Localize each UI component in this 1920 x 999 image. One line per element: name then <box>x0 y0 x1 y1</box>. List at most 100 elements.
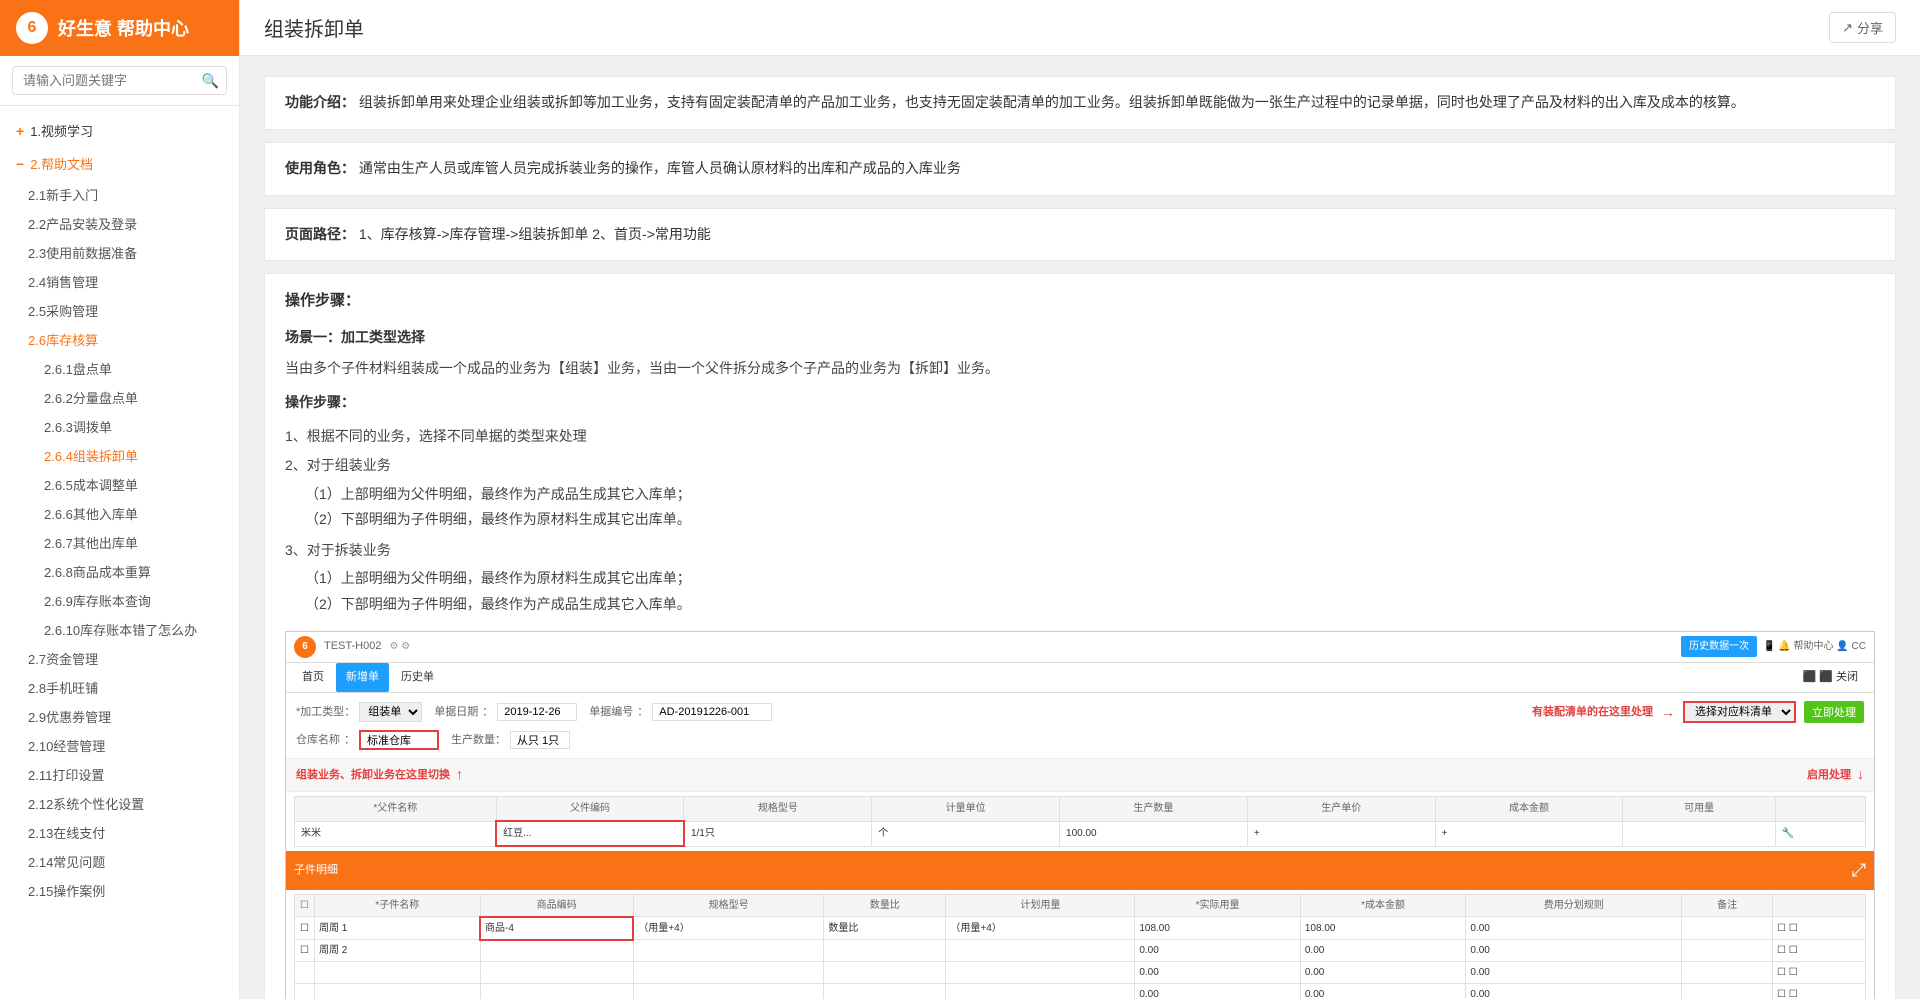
step-2-sub-1: （1）上部明细为父件明细，最终作为产成品生成其它入库单； <box>285 482 1875 507</box>
search-input[interactable] <box>12 66 227 95</box>
sidebar-item-help-docs[interactable]: − 2.帮助文档 <box>0 147 239 180</box>
app-nav-right-icons: ⬛ ⬛ 关闭 <box>1792 663 1868 692</box>
app-form-right: 有装配清单的在这里处理 → 选择对应料清单 立即处理 <box>1532 701 1864 725</box>
app-form-bom-select[interactable]: 选择对应料清单 <box>1683 701 1796 723</box>
nav-sub-item-2-1[interactable]: 2.1新手入门 <box>28 180 239 209</box>
app-form-date-input[interactable] <box>497 703 577 721</box>
nav-sub-item-2-2[interactable]: 2.2产品安装及登录 <box>28 209 239 238</box>
app-lower-table: ☐ *子件名称 商品编码 规格型号 数量比 计划用量 *实际用量 *成本金额 费… <box>294 894 1866 999</box>
nav-sub-item-2-12[interactable]: 2.12系统个性化设置 <box>28 789 239 818</box>
th-child-cost: *成本金额 <box>1300 894 1466 917</box>
annotation2-bar: 组装业务、拆卸业务在这里切换 ↑ 启用处理 ↓ <box>286 759 1874 792</box>
app-upper-table: *父件名称 父件编码 规格型号 计量单位 生产数量 生产单价 成本金额 可用量 <box>294 796 1866 847</box>
table-row-child-3: 0.00 0.00 0.00 ☐ ☐ <box>295 962 1866 984</box>
annotation1-text: 有装配清单的在这里处理 <box>1532 703 1653 722</box>
nav-sub-item-2-15[interactable]: 2.15操作案例 <box>28 876 239 905</box>
th-spec: 规格型号 <box>684 797 872 822</box>
th-child-name: *子件名称 <box>315 894 481 917</box>
nav-sub-item-2-6-8[interactable]: 2.6.8商品成本重算 <box>44 557 239 586</box>
scenario1-title: 场景一：加工类型选择 <box>285 326 1875 350</box>
app-topbar-btn: 历史数据一次 <box>1681 636 1757 657</box>
annotation1-arrow: → <box>1661 701 1675 725</box>
app-form-date-label: 单据日期 <box>434 703 478 722</box>
nav-sub-item-2-8[interactable]: 2.8手机旺铺 <box>28 673 239 702</box>
nav-sub-item-2-6[interactable]: 2.6库存核算 <box>28 325 239 354</box>
minus-icon: − <box>16 156 24 172</box>
main-header: 组装拆卸单 ↗ 分享 <box>240 0 1920 56</box>
nav-sub-item-2-7[interactable]: 2.7资金管理 <box>28 644 239 673</box>
nav-sub-item-2-11[interactable]: 2.11打印设置 <box>28 760 239 789</box>
page-title: 组装拆卸单 <box>264 13 364 42</box>
app-form-orderid-label: 单据编号 <box>589 703 633 722</box>
nav-sub-item-2-6-1[interactable]: 2.6.1盘点单 <box>44 354 239 383</box>
nav-sub-item-2-3[interactable]: 2.3使用前数据准备 <box>28 238 239 267</box>
td-plan-qty-1: （用量+4） <box>946 917 1135 940</box>
app-form-warehouse-input[interactable] <box>359 730 439 750</box>
app-topbar-id: TEST-H002 <box>324 637 381 656</box>
th-cost-amount: 成本金额 <box>1435 797 1623 822</box>
nav-sub-item-2-6-5[interactable]: 2.6.5成本调整单 <box>44 470 239 499</box>
step-1: 1、根据不同的业务，选择不同单据的类型来处理 <box>285 425 1875 449</box>
intro-label: 功能介绍： <box>285 94 355 110</box>
app-form-qty: 生产数量： <box>451 731 570 750</box>
app-nav-home[interactable]: 首页 <box>292 663 334 692</box>
app-form-orderid-input[interactable] <box>652 703 772 721</box>
step-2: 2、对于组装业务 <box>285 454 1875 478</box>
lower-section-title: 子件明细 <box>294 861 338 880</box>
sidebar-nav: + 1.视频学习 − 2.帮助文档 2.1新手入门 2.2产品安装及登录 2.3… <box>0 106 239 999</box>
nav-sub-item-2-6-4[interactable]: 2.6.4组装拆卸单 <box>44 441 239 470</box>
nav-sub-item-2-6-7[interactable]: 2.6.7其他出库单 <box>44 528 239 557</box>
ops-title: 操作步骤： <box>285 288 1875 314</box>
app-confirm-btn[interactable]: 立即处理 <box>1804 701 1864 723</box>
nav-sub-item-2-6-3[interactable]: 2.6.3调拨单 <box>44 412 239 441</box>
path-text: 1、库存核算->库存管理->组装拆卸单 2、首页->常用功能 <box>359 226 711 242</box>
screenshot-container: 6 TEST-H002 ⚙ ⚙ 历史数据一次 📱 🔔 帮助中心 👤 CC 首页 … <box>285 631 1875 999</box>
role-text: 通常由生产人员或库管人员完成拆装业务的操作，库管人员确认原材料的出库和产成品的入… <box>359 160 961 176</box>
nav-sub-item-2-6-9[interactable]: 2.6.9库存账本查询 <box>44 586 239 615</box>
app-topbar-icon1: ⚙ ⚙ <box>389 638 410 655</box>
app-form-qty-label: 生产数量： <box>451 731 506 750</box>
td-action-1: 🔧 <box>1775 821 1865 846</box>
app-form-warehouse-colon: ： <box>344 731 355 750</box>
app-title: 好生意 帮助中心 <box>58 15 189 41</box>
app-form: *加工类型： 组装单 拆卸单 单据日期 ： 单据编号 <box>286 693 1874 760</box>
app-nav-history[interactable]: 历史单 <box>391 663 444 692</box>
nav-sub-item-2-4[interactable]: 2.4销售管理 <box>28 267 239 296</box>
sidebar-header: 6 好生意 帮助中心 <box>0 0 239 56</box>
nav-sub-2-6-children: 2.6.1盘点单 2.6.2分量盘点单 2.6.3调拨单 2.6.4组装拆卸单 … <box>28 354 239 644</box>
scenario1-desc: 当由多个子件材料组装成一个成品的业务为【组装】业务，当由一个父件拆分成多个子产品… <box>285 356 1875 381</box>
sidebar-item-video-learning[interactable]: + 1.视频学习 <box>0 114 239 147</box>
table-row-parent: 米米 红豆... 1/1只 个 100.00 + + 🔧 <box>295 821 1866 846</box>
td-child-code-1: 商品-4 <box>480 917 633 940</box>
nav-sub-help-docs: 2.1新手入门 2.2产品安装及登录 2.3使用前数据准备 2.4销售管理 2.… <box>0 180 239 905</box>
app-topbar: 6 TEST-H002 ⚙ ⚙ 历史数据一次 📱 🔔 帮助中心 👤 CC <box>286 632 1874 663</box>
nav-sub-item-2-10[interactable]: 2.10经营管理 <box>28 731 239 760</box>
role-card: 使用角色： 通常由生产人员或库管人员完成拆装业务的操作，库管人员确认原材料的出库… <box>264 142 1896 196</box>
app-form-date-colon: ： <box>482 703 493 722</box>
td-actual-qty-1: 108.00 <box>1135 917 1301 940</box>
th-plan-qty: 计划用量 <box>946 894 1135 917</box>
app-nav-new[interactable]: 新增单 <box>336 663 389 692</box>
search-area: 🔍 <box>0 56 239 106</box>
nav-sub-item-2-14[interactable]: 2.14常见问题 <box>28 847 239 876</box>
app-form-type: *加工类型： 组装单 拆卸单 <box>296 702 422 722</box>
nav-sub-item-2-5[interactable]: 2.5采购管理 <box>28 296 239 325</box>
lower-section-expand-icon: ⤢ <box>1852 855 1866 886</box>
nav-sub-item-2-6-2[interactable]: 2.6.2分量盘点单 <box>44 383 239 412</box>
app-form-type-select[interactable]: 组装单 拆卸单 <box>359 702 422 722</box>
td-available-1 <box>1623 821 1775 846</box>
share-button[interactable]: ↗ 分享 <box>1829 12 1896 43</box>
app-lower-section-header: 子件明细 ⤢ <box>286 851 1874 890</box>
app-form-qty-input[interactable] <box>510 731 570 749</box>
nav-sub-item-2-6-10[interactable]: 2.6.10库存账本错了怎么办 <box>44 615 239 644</box>
app-logo: 6 <box>16 12 48 44</box>
nav-sub-item-2-9[interactable]: 2.9优惠券管理 <box>28 702 239 731</box>
th-parent-code: 父件编码 <box>496 797 684 822</box>
td-remark-1 <box>1682 917 1773 940</box>
app-navbar: 首页 新增单 历史单 ⬛ ⬛ 关闭 <box>286 663 1874 693</box>
main-content: 功能介绍： 组装拆卸单用来处理企业组装或拆卸等加工业务，支持有固定装配清单的产品… <box>240 56 1920 999</box>
nav-sub-item-2-6-6[interactable]: 2.6.6其他入库单 <box>44 499 239 528</box>
app-logo-small: 6 <box>294 636 316 658</box>
nav-sub-item-2-13[interactable]: 2.13在线支付 <box>28 818 239 847</box>
app-form-date: 单据日期 ： <box>434 703 577 722</box>
